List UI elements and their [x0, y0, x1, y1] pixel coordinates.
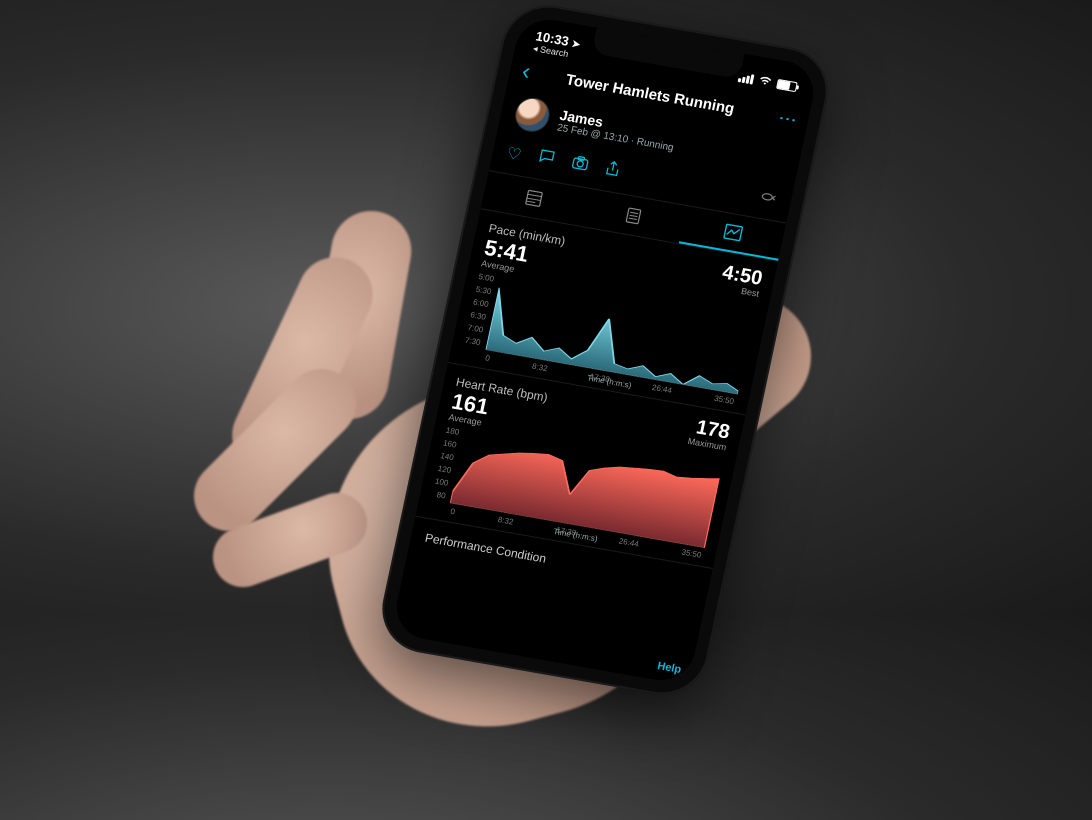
help-button[interactable]: Help: [656, 660, 682, 676]
avatar[interactable]: [512, 95, 553, 134]
repeat-icon[interactable]: [757, 188, 778, 209]
like-icon[interactable]: ♡: [505, 143, 523, 165]
share-icon[interactable]: [604, 160, 622, 183]
location-icon: ➤: [571, 40, 581, 51]
comment-icon[interactable]: [537, 148, 557, 171]
signal-icon: [738, 72, 755, 84]
phone-frame: 10:33 ➤ ◂ Search ‹ Tower Hamlets Running: [374, 0, 836, 702]
battery-icon: [776, 79, 798, 92]
camera-icon[interactable]: [570, 155, 590, 176]
more-button[interactable]: ⋮: [778, 109, 799, 128]
wifi-icon: [757, 74, 773, 89]
